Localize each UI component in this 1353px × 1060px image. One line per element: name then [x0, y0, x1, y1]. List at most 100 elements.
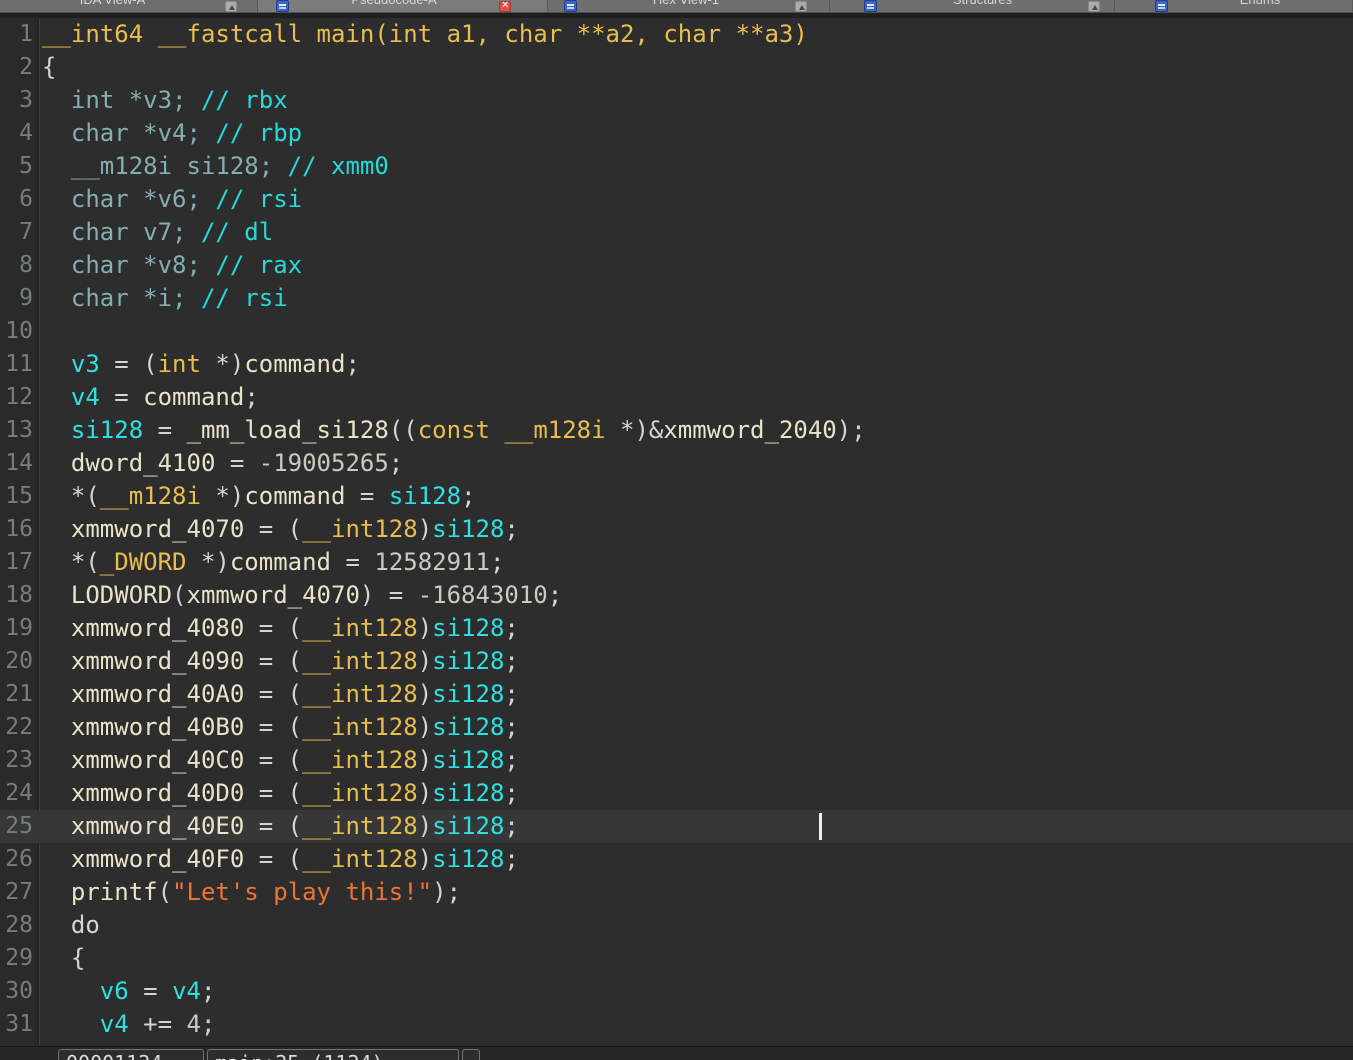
code-text: v4 += 4;: [42, 1010, 216, 1038]
tab-hex-view-1[interactable]: Hex View-1: [548, 0, 830, 12]
code-line[interactable]: 31 v4 += 4;: [0, 1008, 1353, 1041]
code-text: do: [42, 911, 100, 939]
code-lines: 1 __int64 __fastcall main(int a1, char **…: [0, 18, 1353, 1060]
view-icon: [1155, 0, 1168, 12]
code-text: xmmword_40F0 = (__int128)si128;: [42, 845, 519, 873]
code-text: xmmword_40D0 = (__int128)si128;: [42, 779, 519, 807]
line-number: 1: [19, 21, 33, 47]
line-number: 31: [5, 1011, 33, 1037]
code-text: char *i; // rsi: [42, 284, 288, 312]
tab-label: Enums: [1168, 0, 1352, 12]
code-line[interactable]: 18 LODWORD(xmmword_4070) = -16843010;: [0, 579, 1353, 612]
line-number: 23: [5, 747, 33, 773]
code-text: char v7; // dl: [42, 218, 274, 246]
code-line[interactable]: 13 si128 = _mm_load_si128((const __m128i…: [0, 414, 1353, 447]
code-text: dword_4100 = -19005265;: [42, 449, 404, 477]
code-line[interactable]: 28 do: [0, 909, 1353, 942]
line-number: 4: [19, 120, 33, 146]
code-line[interactable]: 1 __int64 __fastcall main(int a1, char **…: [0, 18, 1353, 51]
code-line[interactable]: 12 v4 = command;: [0, 381, 1353, 414]
line-number: 21: [5, 681, 33, 707]
view-icon: [276, 0, 289, 12]
status-position: main:25 (1124): [207, 1049, 459, 1060]
code-text: xmmword_40B0 = (__int128)si128;: [42, 713, 519, 741]
code-text: __m128i si128; // xmm0: [42, 152, 389, 180]
code-line[interactable]: 14 dword_4100 = -19005265;: [0, 447, 1353, 480]
line-number: 5: [19, 153, 33, 179]
code-line[interactable]: 7 char v7; // dl: [0, 216, 1353, 249]
code-line[interactable]: 2{: [0, 51, 1353, 84]
code-line[interactable]: 11 v3 = (int *)command;: [0, 348, 1353, 381]
code-line[interactable]: 19 xmmword_4080 = (__int128)si128;: [0, 612, 1353, 645]
line-number: 8: [19, 252, 33, 278]
code-text: int *v3; // rbx: [42, 86, 288, 114]
tab-bar: IDA View-A Pseudocode-A Hex View-1 Structur…: [0, 0, 1353, 13]
maximize-icon[interactable]: [1088, 1, 1100, 12]
code-line[interactable]: 20 xmmword_4090 = (__int128)si128;: [0, 645, 1353, 678]
code-line[interactable]: 23 xmmword_40C0 = (__int128)si128;: [0, 744, 1353, 777]
code-line[interactable]: 10: [0, 315, 1353, 348]
line-number: 30: [5, 978, 33, 1004]
code-text: {: [42, 53, 57, 81]
maximize-icon[interactable]: [225, 1, 237, 12]
code-text: __int64 __fastcall main(int a1, char **a…: [42, 20, 808, 48]
code-line[interactable]: 5 __m128i si128; // xmm0: [0, 150, 1353, 183]
pseudocode-editor[interactable]: 1 __int64 __fastcall main(int a1, char **…: [0, 18, 1353, 1060]
tab-pseudocode-a[interactable]: Pseudocode-A: [258, 0, 548, 12]
line-number: 3: [19, 87, 33, 113]
line-number: 15: [5, 483, 33, 509]
status-bar: 00001124 main:25 (1124): [0, 1046, 1353, 1060]
code-line[interactable]: 26 xmmword_40F0 = (__int128)si128;: [0, 843, 1353, 876]
code-line[interactable]: 6 char *v6; // rsi: [0, 183, 1353, 216]
line-number: 6: [19, 186, 33, 212]
tab-label: Structures: [877, 0, 1088, 12]
line-number: 7: [19, 219, 33, 245]
tab-bar-tabs: IDA View-A Pseudocode-A Hex View-1 Structur…: [0, 0, 1353, 12]
code-line[interactable]: 15 *(__m128i *)command = si128;: [0, 480, 1353, 513]
line-number: 24: [5, 780, 33, 806]
code-text: xmmword_40A0 = (__int128)si128;: [42, 680, 519, 708]
code-text: v3 = (int *)command;: [42, 350, 360, 378]
code-line[interactable]: 3 int *v3; // rbx: [0, 84, 1353, 117]
tab-structures[interactable]: Structures: [830, 0, 1115, 12]
line-number: 2: [19, 54, 33, 80]
maximize-icon[interactable]: [795, 1, 807, 12]
code-line[interactable]: 30 v6 = v4;: [0, 975, 1353, 1008]
code-line[interactable]: 25 xmmword_40E0 = (__int128)si128;: [0, 810, 1353, 843]
line-number: 16: [5, 516, 33, 542]
view-icon: [864, 0, 877, 12]
code-text: si128 = _mm_load_si128((const __m128i *)…: [42, 416, 866, 444]
code-text: char *v6; // rsi: [42, 185, 303, 213]
code-line[interactable]: 8 char *v8; // rax: [0, 249, 1353, 282]
code-line[interactable]: 22 xmmword_40B0 = (__int128)si128;: [0, 711, 1353, 744]
line-number: 22: [5, 714, 33, 740]
code-line[interactable]: 9 char *i; // rsi: [0, 282, 1353, 315]
line-number: 11: [5, 351, 33, 377]
code-text: v6 = v4;: [42, 977, 216, 1005]
code-text: v4 = command;: [42, 383, 259, 411]
line-number: 9: [19, 285, 33, 311]
close-icon[interactable]: [499, 0, 511, 12]
code-line[interactable]: 16 xmmword_4070 = (__int128)si128;: [0, 513, 1353, 546]
code-line[interactable]: 17 *(_DWORD *)command = 12582911;: [0, 546, 1353, 579]
code-text: char *v8; // rax: [42, 251, 303, 279]
code-line[interactable]: 4 char *v4; // rbp: [0, 117, 1353, 150]
line-number: 18: [5, 582, 33, 608]
status-extra: [462, 1049, 480, 1060]
status-address: 00001124: [58, 1049, 204, 1060]
tab-enums[interactable]: Enums: [1115, 0, 1353, 12]
line-number: 12: [5, 384, 33, 410]
code-text: xmmword_40C0 = (__int128)si128;: [42, 746, 519, 774]
code-line[interactable]: 24 xmmword_40D0 = (__int128)si128;: [0, 777, 1353, 810]
view-icon: [564, 0, 577, 12]
code-line[interactable]: 21 xmmword_40A0 = (__int128)si128;: [0, 678, 1353, 711]
line-number: 20: [5, 648, 33, 674]
line-number: 14: [5, 450, 33, 476]
code-text: xmmword_40E0 = (__int128)si128;: [42, 812, 519, 840]
line-number: 13: [5, 417, 33, 443]
code-line[interactable]: 29 {: [0, 942, 1353, 975]
text-cursor: [819, 813, 822, 840]
tab-ida-view-a[interactable]: IDA View-A: [0, 0, 258, 12]
code-line[interactable]: 27 printf("Let's play this!");: [0, 876, 1353, 909]
line-number: 19: [5, 615, 33, 641]
